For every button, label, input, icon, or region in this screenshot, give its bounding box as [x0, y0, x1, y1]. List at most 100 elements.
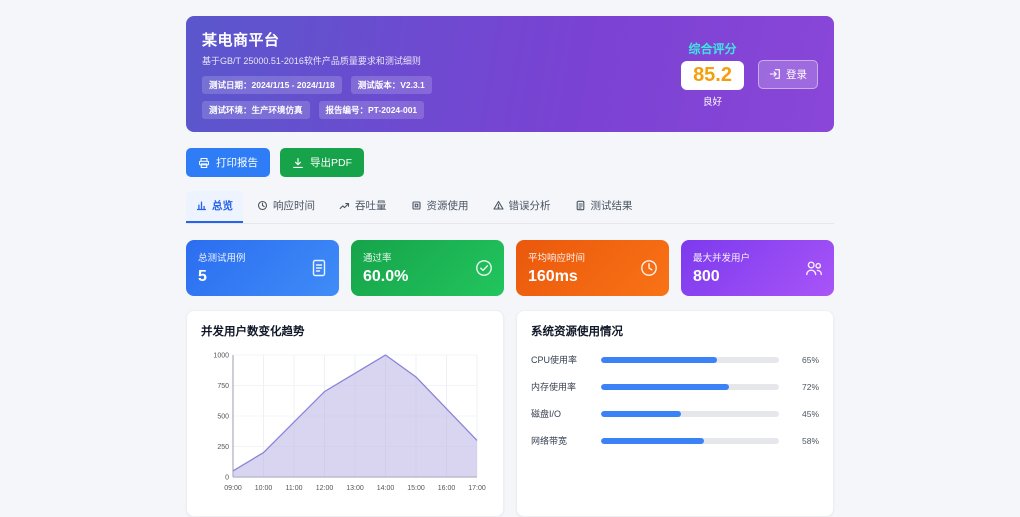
- document-icon: [309, 258, 329, 278]
- printer-icon: [198, 157, 210, 169]
- svg-text:750: 750: [217, 383, 229, 390]
- report-header: 某电商平台 基于GB/T 25000.51-2016软件产品质量要求和测试细则 …: [186, 16, 834, 132]
- svg-text:14:00: 14:00: [377, 485, 395, 492]
- tab-error-analysis[interactable]: 错误分析: [483, 191, 561, 223]
- progress-fill: [601, 410, 682, 417]
- stat-label: 通过率: [363, 253, 392, 264]
- login-label: 登录: [786, 68, 807, 81]
- print-report-button[interactable]: 打印报告: [186, 148, 270, 177]
- stat-label: 最大并发用户: [693, 253, 751, 264]
- badge-test-date: 测试日期：2024/1/15 - 2024/1/18: [202, 76, 342, 94]
- report-header-side: 综合评分 85.2 良好 登录: [681, 29, 818, 119]
- resource-label: 内存使用率: [531, 382, 577, 392]
- download-icon: [292, 157, 304, 169]
- tab-response-time[interactable]: 响应时间: [247, 191, 325, 223]
- badge-report-id: 报告编号：PT-2024-001: [318, 101, 425, 119]
- stat-label: 总测试用例: [198, 253, 246, 264]
- report-subtitle: 基于GB/T 25000.51-2016软件产品质量要求和测试细则: [202, 56, 421, 66]
- resource-row-cpu: CPU使用率 65%: [531, 353, 819, 366]
- resources-card: 系统资源使用情况 CPU使用率 65% 内存使用率 72% 磁盘I/O 45% …: [516, 310, 834, 517]
- svg-text:10:00: 10:00: [255, 485, 273, 492]
- resource-row-memory: 内存使用率 72%: [531, 380, 819, 393]
- resource-percent: 45%: [801, 408, 819, 419]
- tab-label: 吞吐量: [355, 200, 387, 212]
- tab-label: 总览: [212, 200, 233, 212]
- tab-label: 错误分析: [508, 200, 551, 212]
- score-box: 85.2: [681, 61, 744, 90]
- score-value: 85.2: [693, 64, 732, 86]
- score-grade: 良好: [703, 97, 723, 108]
- score-label: 综合评分: [688, 42, 737, 56]
- badge-test-env: 测试环境：生产环境仿真: [202, 101, 310, 119]
- progress-fill: [601, 437, 705, 444]
- overview-icon: [196, 200, 207, 211]
- svg-text:09:00: 09:00: [224, 485, 242, 492]
- login-button[interactable]: 登录: [758, 59, 818, 89]
- clock-icon: [639, 258, 659, 278]
- tab-test-results[interactable]: 测试结果: [565, 191, 643, 223]
- tab-throughput[interactable]: 吞吐量: [329, 191, 397, 223]
- users-icon: [804, 258, 824, 278]
- resource-percent: 65%: [801, 354, 819, 365]
- svg-text:1000: 1000: [213, 353, 229, 360]
- stat-cards: 总测试用例 5 通过率 60.0% 平均响应时间 160ms 最大并发用户 80…: [186, 240, 834, 296]
- svg-text:16:00: 16:00: [438, 485, 456, 492]
- stat-card-max-concurrency: 最大并发用户 800: [681, 240, 834, 296]
- svg-text:13:00: 13:00: [346, 485, 364, 492]
- progress-fill: [601, 356, 717, 363]
- print-report-label: 打印报告: [216, 157, 258, 169]
- tab-label: 响应时间: [273, 200, 315, 212]
- tab-overview[interactable]: 总览: [186, 191, 243, 223]
- report-actions: 打印报告 导出PDF: [186, 148, 834, 177]
- progress-track: [601, 437, 779, 444]
- progress-track: [601, 410, 779, 417]
- clipboard-icon: [575, 200, 586, 211]
- concurrency-area-chart: 0 250 500 750 1000 09:00 10:00 11:00 12:00 13:00 1…: [213, 353, 486, 493]
- badge-row-2: 测试环境：生产环境仿真 报告编号：PT-2024-001: [202, 101, 432, 119]
- resource-label: CPU使用率: [531, 355, 578, 365]
- badge-row-1: 测试日期：2024/1/15 - 2024/1/18 测试版本：V2.3.1: [202, 76, 432, 94]
- resource-row-disk: 磁盘I/O 45%: [531, 407, 819, 420]
- stat-value: 160ms: [528, 268, 578, 285]
- progress-track: [601, 356, 779, 363]
- page-title: 某电商平台: [202, 32, 280, 49]
- badge-test-version: 测试版本：V2.3.1: [350, 76, 432, 94]
- chart-title: 并发用户数变化趋势: [201, 326, 305, 338]
- svg-text:0: 0: [225, 475, 229, 482]
- svg-text:250: 250: [217, 444, 229, 451]
- progress-track: [601, 383, 779, 390]
- clock-icon: [257, 200, 268, 211]
- stat-card-avg-response: 平均响应时间 160ms: [516, 240, 669, 296]
- tab-label: 资源使用: [426, 200, 469, 212]
- svg-text:11:00: 11:00: [286, 485, 303, 492]
- svg-text:500: 500: [217, 414, 229, 421]
- stat-card-pass-rate: 通过率 60.0%: [351, 240, 504, 296]
- chip-icon: [411, 200, 422, 211]
- report-header-info: 某电商平台 基于GB/T 25000.51-2016软件产品质量要求和测试细则 …: [202, 29, 432, 119]
- stat-value: 800: [693, 268, 720, 285]
- concurrency-chart-card: 并发用户数变化趋势 0 250 500 750 1000 09:00 10:00 11:00 1…: [186, 310, 504, 517]
- progress-fill: [601, 383, 730, 390]
- stat-label: 平均响应时间: [528, 253, 586, 264]
- warning-icon: [492, 200, 504, 211]
- resource-percent: 72%: [801, 381, 819, 392]
- trend-up-icon: [339, 200, 350, 211]
- resources-title: 系统资源使用情况: [531, 326, 623, 338]
- report-page: 某电商平台 基于GB/T 25000.51-2016软件产品质量要求和测试细则 …: [186, 0, 834, 517]
- export-pdf-button[interactable]: 导出PDF: [280, 148, 364, 177]
- check-circle-icon: [474, 258, 494, 278]
- tab-resource-usage[interactable]: 资源使用: [401, 191, 479, 223]
- detail-panels: 并发用户数变化趋势 0 250 500 750 1000 09:00 10:00 11:00 1…: [186, 310, 834, 517]
- login-icon: [769, 68, 781, 80]
- stat-value: 60.0%: [363, 268, 409, 285]
- resource-percent: 58%: [801, 435, 819, 446]
- resource-label: 磁盘I/O: [531, 409, 562, 419]
- overall-score: 综合评分 85.2 良好: [681, 40, 744, 108]
- svg-text:12:00: 12:00: [316, 485, 334, 492]
- svg-text:17:00: 17:00: [468, 485, 486, 492]
- tab-label: 测试结果: [590, 200, 633, 212]
- resource-row-network: 网络带宽 58%: [531, 434, 819, 447]
- report-tabs: 总览 响应时间 吞吐量 资源使用 错误分析 测试结果: [186, 191, 834, 224]
- export-pdf-label: 导出PDF: [310, 157, 352, 169]
- stat-value: 5: [198, 268, 207, 285]
